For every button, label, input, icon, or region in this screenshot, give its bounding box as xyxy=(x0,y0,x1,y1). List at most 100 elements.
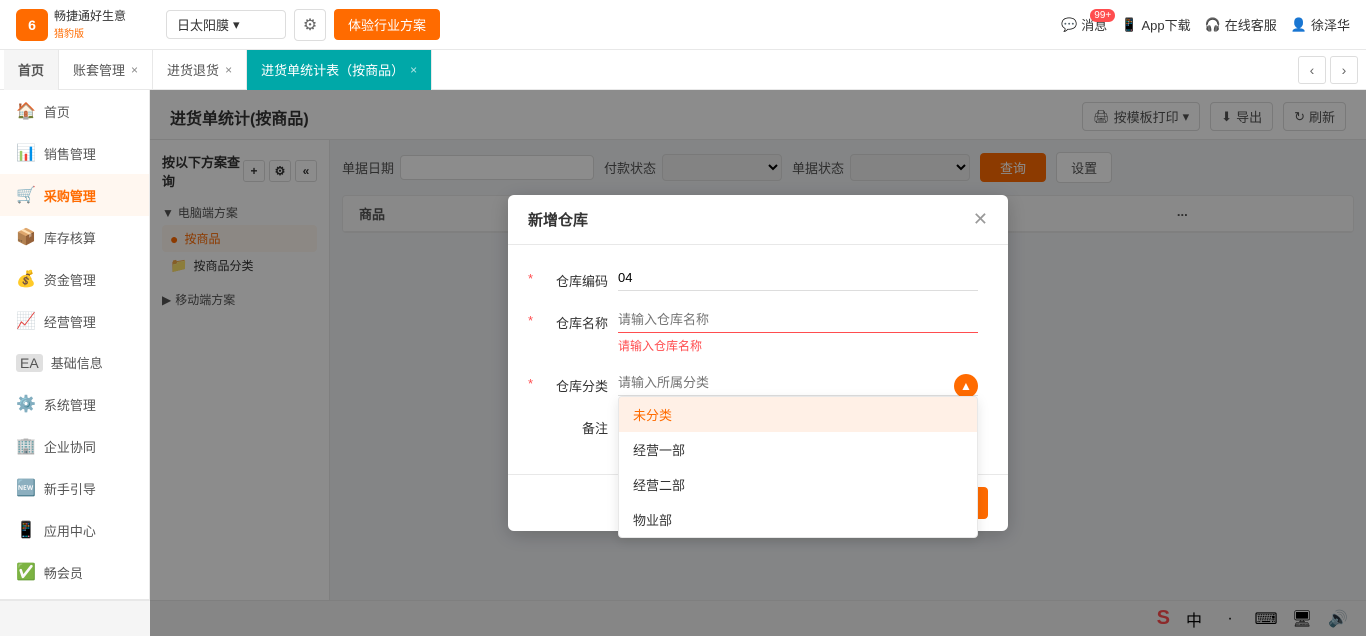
tab-purchase-stats[interactable]: 进货单统计表（按商品） × xyxy=(247,50,432,90)
accounts-tab-label: 账套管理 xyxy=(73,60,125,79)
sidebar-operations-label: 经营管理 xyxy=(44,312,96,331)
category-input[interactable] xyxy=(618,370,978,396)
sidebar-item-operations[interactable]: 📈 经营管理 xyxy=(0,300,149,342)
category-toggle-button[interactable]: ▲ xyxy=(954,374,978,398)
dialog-header: 新增仓库 ✕ xyxy=(508,195,1008,245)
name-input[interactable] xyxy=(618,307,978,333)
sidebar-item-purchase[interactable]: 🛒 采购管理 xyxy=(0,174,149,216)
basics-icon: EA xyxy=(16,354,43,372)
home-tab-label: 首页 xyxy=(18,60,44,79)
sidebar: 🏠 首页 📊 销售管理 🛒 采购管理 📦 库存核算 💰 资金管理 📈 经营管理 … xyxy=(0,90,150,636)
purchase-return-tab-close[interactable]: × xyxy=(225,63,232,77)
gear-icon: ⚙ xyxy=(303,15,317,35)
avatar: 👤 xyxy=(1291,17,1307,33)
store-chevron-icon: ▾ xyxy=(233,17,240,33)
notification-button[interactable]: 💬 消息 99+ xyxy=(1061,15,1107,34)
tab-right-controls: ‹ › xyxy=(1298,56,1366,84)
sidebar-appstore-label: 应用中心 xyxy=(44,521,96,540)
dialog-title: 新增仓库 xyxy=(528,209,588,230)
member-icon: ✅ xyxy=(16,562,36,582)
main-layout: 🏠 首页 📊 销售管理 🛒 采购管理 📦 库存核算 💰 资金管理 📈 经营管理 … xyxy=(0,90,1366,636)
code-label: 仓库编码 xyxy=(538,265,608,290)
code-control xyxy=(618,265,978,291)
header-center: 日太阳膜 ▾ ⚙ 体验行业方案 xyxy=(166,9,1061,41)
tab-home[interactable]: 首页 xyxy=(4,50,59,90)
dialog-close-button[interactable]: ✕ xyxy=(973,209,988,230)
tab-purchase-return[interactable]: 进货退货 × xyxy=(153,50,247,90)
modal-overlay: 新增仓库 ✕ 仓库编码 仓库名称 xyxy=(150,90,1366,636)
sidebar-sales-label: 销售管理 xyxy=(44,144,96,163)
sidebar-member-label: 畅会员 xyxy=(44,563,83,582)
headset-icon: 🎧 xyxy=(1205,17,1221,33)
purchase-stats-tab-label: 进货单统计表（按商品） xyxy=(261,60,404,79)
operations-icon: 📈 xyxy=(16,311,36,331)
logo-sub-text: 猎豹版 xyxy=(54,25,126,40)
dialog-body: 仓库编码 仓库名称 请输入仓库名称 xyxy=(508,245,1008,474)
system-icon: ⚙️ xyxy=(16,394,36,414)
tab-accounts[interactable]: 账套管理 × xyxy=(59,50,153,90)
name-label: 仓库名称 xyxy=(538,307,608,332)
store-name: 日太阳膜 xyxy=(177,15,229,34)
dropdown-option-property[interactable]: 物业部 xyxy=(619,502,977,537)
sidebar-item-appstore[interactable]: 📱 应用中心 xyxy=(0,509,149,551)
sidebar-item-finance[interactable]: 💰 资金管理 xyxy=(0,258,149,300)
home-icon: 🏠 xyxy=(16,101,36,121)
sidebar-item-guide[interactable]: 🆕 新手引导 xyxy=(0,467,149,509)
settings-button[interactable]: ⚙ xyxy=(294,9,326,41)
purchase-return-tab-label: 进货退货 xyxy=(167,60,219,79)
sidebar-finance-label: 资金管理 xyxy=(44,270,96,289)
tab-bar: 首页 账套管理 × 进货退货 × 进货单统计表（按商品） × ‹ › xyxy=(0,50,1366,90)
online-service-button[interactable]: 🎧 在线客服 xyxy=(1205,15,1277,34)
sidebar-enterprise-label: 企业协同 xyxy=(44,437,96,456)
sidebar-item-sales[interactable]: 📊 销售管理 xyxy=(0,132,149,174)
sales-icon: 📊 xyxy=(16,143,36,163)
sidebar-item-system[interactable]: ⚙️ 系统管理 xyxy=(0,383,149,425)
sidebar-item-home[interactable]: 🏠 首页 xyxy=(0,90,149,132)
tab-next-button[interactable]: › xyxy=(1330,56,1358,84)
app-download-button[interactable]: 📱 App下载 xyxy=(1121,15,1190,34)
category-label: 仓库分类 xyxy=(538,370,608,395)
sidebar-home-label: 首页 xyxy=(44,102,70,121)
sidebar-item-member[interactable]: ✅ 畅会员 xyxy=(0,551,149,593)
top-header: 6 畅捷通好生意 猎豹版 日太阳膜 ▾ ⚙ 体验行业方案 💬 消息 99+ 📱 … xyxy=(0,0,1366,50)
online-service-label: 在线客服 xyxy=(1225,15,1277,34)
accounts-tab-close[interactable]: × xyxy=(131,63,138,77)
tab-prev-button[interactable]: ‹ xyxy=(1298,56,1326,84)
category-control: ▲ 未分类 经营一部 经营二部 物业部 xyxy=(618,370,978,396)
name-control: 请输入仓库名称 xyxy=(618,307,978,354)
sidebar-item-enterprise[interactable]: 🏢 企业协同 xyxy=(0,425,149,467)
sidebar-system-label: 系统管理 xyxy=(44,395,96,414)
sidebar-inventory-label: 库存核算 xyxy=(44,228,96,247)
guide-icon: 🆕 xyxy=(16,478,36,498)
mobile-icon: 📱 xyxy=(1121,17,1137,33)
appstore-icon: 📱 xyxy=(16,520,36,540)
dropdown-option-uncategorized[interactable]: 未分类 xyxy=(619,397,977,432)
dropdown-option-ops1[interactable]: 经营一部 xyxy=(619,432,977,467)
username: 徐泽华 xyxy=(1311,15,1350,34)
name-error-message: 请输入仓库名称 xyxy=(618,337,978,354)
code-input[interactable] xyxy=(618,265,978,291)
sidebar-item-basics[interactable]: EA 基础信息 xyxy=(0,342,149,383)
logo-main-text: 畅捷通好生意 xyxy=(54,9,126,25)
store-selector[interactable]: 日太阳膜 ▾ xyxy=(166,10,286,39)
notification-badge: 99+ xyxy=(1090,9,1115,22)
header-right: 💬 消息 99+ 📱 App下载 🎧 在线客服 👤 徐泽华 xyxy=(1061,15,1350,34)
app-download-label: App下载 xyxy=(1141,15,1190,34)
purchase-icon: 🛒 xyxy=(16,185,36,205)
user-profile-button[interactable]: 👤 徐泽华 xyxy=(1291,15,1350,34)
purchase-stats-tab-close[interactable]: × xyxy=(410,63,417,77)
finance-icon: 💰 xyxy=(16,269,36,289)
sidebar-item-inventory[interactable]: 📦 库存核算 xyxy=(0,216,149,258)
inventory-icon: 📦 xyxy=(16,227,36,247)
new-warehouse-dialog: 新增仓库 ✕ 仓库编码 仓库名称 xyxy=(508,195,1008,531)
form-row-name: 仓库名称 请输入仓库名称 xyxy=(538,307,978,354)
logo-icon: 6 xyxy=(16,9,48,41)
form-row-code: 仓库编码 xyxy=(538,265,978,291)
try-industry-button[interactable]: 体验行业方案 xyxy=(334,9,440,40)
logo-area: 6 畅捷通好生意 猎豹版 xyxy=(16,9,166,41)
sidebar-basics-label: 基础信息 xyxy=(51,353,103,372)
category-dropdown: 未分类 经营一部 经营二部 物业部 xyxy=(618,396,978,538)
enterprise-icon: 🏢 xyxy=(16,436,36,456)
category-input-wrap: ▲ 未分类 经营一部 经营二部 物业部 xyxy=(618,370,978,396)
dropdown-option-ops2[interactable]: 经营二部 xyxy=(619,467,977,502)
